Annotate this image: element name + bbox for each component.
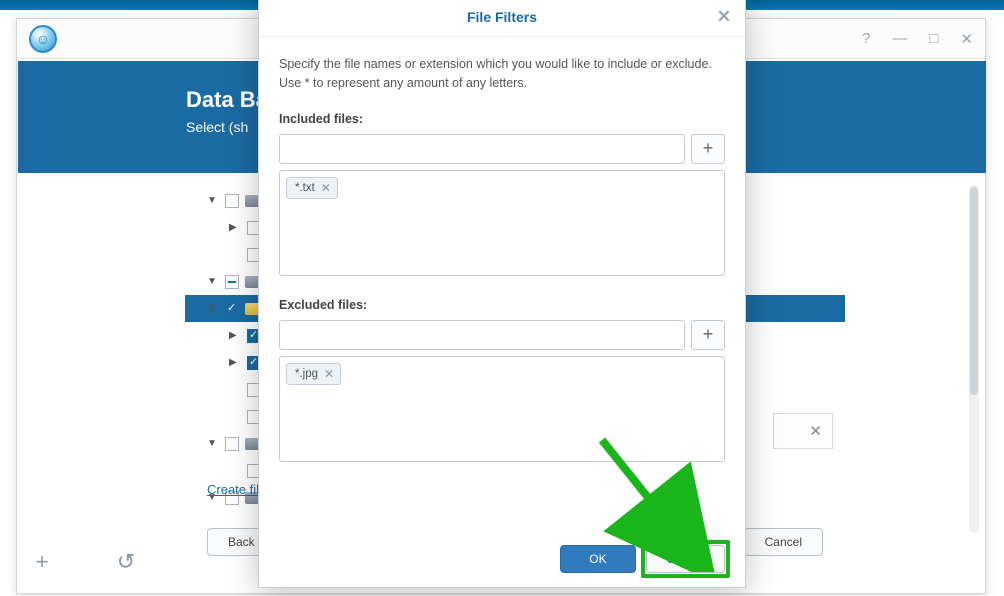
included-chip-box[interactable]: *.txt ✕ bbox=[279, 170, 725, 276]
filter-strip-close-icon[interactable]: ✕ bbox=[809, 422, 822, 440]
maximize-icon[interactable]: □ bbox=[929, 30, 938, 48]
app-logo-icon: ☺ bbox=[29, 25, 57, 53]
included-add-button[interactable]: + bbox=[691, 134, 725, 164]
dialog-description: Specify the file names or extension whic… bbox=[279, 55, 725, 94]
close-icon[interactable]: ✕ bbox=[960, 30, 973, 48]
chevron-right-icon[interactable]: ▶ bbox=[229, 222, 239, 233]
chevron-down-icon[interactable]: ▼ bbox=[207, 303, 217, 314]
cancel-button[interactable]: Cancel bbox=[646, 545, 725, 573]
chevron-right-icon[interactable]: ▶ bbox=[229, 357, 239, 368]
wizard-cancel-button[interactable]: Cancel bbox=[744, 528, 823, 556]
dialog-titlebar: File Filters ✕ bbox=[259, 0, 745, 37]
dialog-title: File Filters bbox=[467, 9, 537, 25]
chevron-down-icon[interactable]: ▼ bbox=[207, 438, 217, 449]
chip-label: *.txt bbox=[295, 182, 315, 194]
chevron-right-icon[interactable]: ▶ bbox=[229, 330, 239, 341]
chevron-down-icon[interactable]: ▼ bbox=[207, 195, 217, 206]
excluded-input[interactable] bbox=[279, 320, 685, 350]
filter-strip: ✕ bbox=[773, 413, 833, 449]
chip-label: *.jpg bbox=[295, 368, 318, 380]
excluded-chip-box[interactable]: *.jpg ✕ bbox=[279, 356, 725, 462]
help-icon[interactable]: ? bbox=[862, 30, 870, 48]
dialog-body: Specify the file names or extension whic… bbox=[259, 37, 745, 531]
file-filters-dialog: File Filters ✕ Specify the file names or… bbox=[258, 0, 746, 588]
included-label: Included files: bbox=[279, 112, 725, 126]
dialog-close-icon[interactable]: ✕ bbox=[717, 7, 731, 27]
excluded-label: Excluded files: bbox=[279, 298, 725, 312]
excluded-add-button[interactable]: + bbox=[691, 320, 725, 350]
chevron-down-icon[interactable]: ▼ bbox=[207, 276, 217, 287]
history-button[interactable]: ↺ bbox=[106, 542, 146, 582]
checkbox[interactable] bbox=[225, 302, 239, 316]
checkbox[interactable] bbox=[225, 437, 239, 451]
minimize-icon[interactable]: — bbox=[892, 30, 907, 48]
checkbox[interactable] bbox=[225, 275, 239, 289]
chip-remove-icon[interactable]: ✕ bbox=[321, 181, 331, 195]
window-controls: ? — □ ✕ bbox=[862, 30, 973, 48]
checkbox[interactable] bbox=[225, 194, 239, 208]
included-input[interactable] bbox=[279, 134, 685, 164]
filter-chip[interactable]: *.jpg ✕ bbox=[286, 363, 341, 385]
ok-button[interactable]: OK bbox=[560, 545, 635, 573]
chip-remove-icon[interactable]: ✕ bbox=[324, 367, 334, 381]
app-sidebar-buttons: + ↺ bbox=[22, 542, 146, 582]
tree-scrollbar[interactable] bbox=[969, 185, 979, 533]
dialog-footer: OK Cancel bbox=[259, 531, 745, 587]
add-button[interactable]: + bbox=[22, 542, 62, 582]
filter-chip[interactable]: *.txt ✕ bbox=[286, 177, 338, 199]
